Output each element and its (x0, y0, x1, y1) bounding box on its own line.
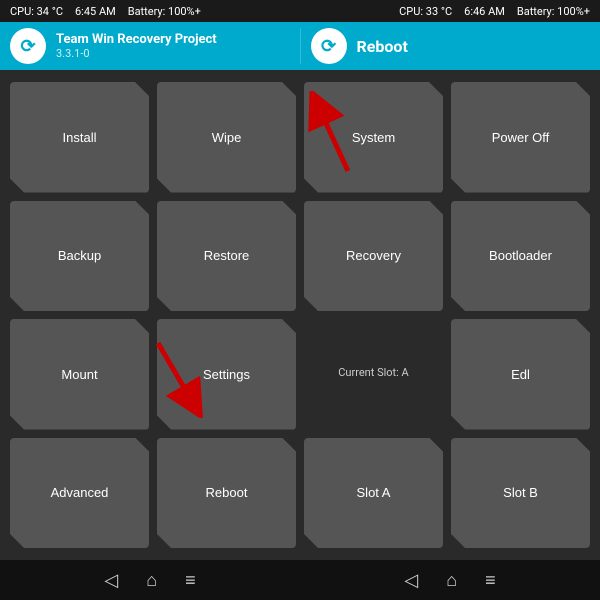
nav-left-group: ◁ ⌂ ≡ (104, 570, 195, 591)
cpu-temp-right: CPU: 33 °C (399, 5, 452, 18)
slot-b-button[interactable]: Slot B (451, 438, 590, 549)
header-left: ⟳ Team Win Recovery Project 3.3.1-0 (0, 28, 300, 64)
status-right: CPU: 33 °C 6:46 AM Battery: 100%+ (399, 5, 590, 18)
battery-right: Battery: 100%+ (517, 5, 590, 18)
recovery-button[interactable]: Recovery (304, 201, 443, 312)
reboot-button[interactable]: Reboot (157, 438, 296, 549)
time-left: 6:45 AM (75, 5, 116, 18)
header-right: ⟳ Reboot (300, 28, 600, 64)
nav-bar: ◁ ⌂ ≡ ◁ ⌂ ≡ (0, 560, 600, 600)
install-button[interactable]: Install (10, 82, 149, 193)
header: ⟳ Team Win Recovery Project 3.3.1-0 ⟳ Re… (0, 22, 600, 70)
app-version: 3.3.1-0 (56, 47, 217, 60)
wipe-button[interactable]: Wipe (157, 82, 296, 193)
header-title-group: Team Win Recovery Project 3.3.1-0 (56, 32, 217, 60)
status-bar: CPU: 34 °C 6:45 AM Battery: 100%+ CPU: 3… (0, 0, 600, 22)
app-title: Team Win Recovery Project (56, 32, 217, 47)
main-area: Install Wipe System Power Off Backup Res… (0, 70, 600, 560)
reboot-logo: ⟳ (311, 28, 347, 64)
reboot-title: Reboot (357, 37, 408, 56)
edl-button[interactable]: Edl (451, 319, 590, 430)
menu-icon-left[interactable]: ≡ (185, 570, 196, 591)
battery-left: Battery: 100%+ (128, 5, 201, 18)
bootloader-button[interactable]: Bootloader (451, 201, 590, 312)
time-right: 6:46 AM (464, 5, 505, 18)
current-slot-text: Current Slot: A (338, 366, 408, 379)
power-off-button[interactable]: Power Off (451, 82, 590, 193)
back-icon-left[interactable]: ◁ (104, 570, 118, 591)
home-icon-left[interactable]: ⌂ (146, 570, 157, 591)
cpu-temp-left: CPU: 34 °C (10, 5, 63, 18)
system-button[interactable]: System (304, 82, 443, 193)
slot-a-button[interactable]: Slot A (304, 438, 443, 549)
menu-icon-right[interactable]: ≡ (485, 570, 496, 591)
mount-button[interactable]: Mount (10, 319, 149, 430)
back-icon-right[interactable]: ◁ (404, 570, 418, 591)
backup-button[interactable]: Backup (10, 201, 149, 312)
nav-right-group: ◁ ⌂ ≡ (404, 570, 495, 591)
status-left: CPU: 34 °C 6:45 AM Battery: 100%+ (10, 5, 201, 18)
settings-button[interactable]: Settings (157, 319, 296, 430)
twrp-logo: ⟳ (10, 28, 46, 64)
advanced-button[interactable]: Advanced (10, 438, 149, 549)
restore-button[interactable]: Restore (157, 201, 296, 312)
button-grid: Install Wipe System Power Off Backup Res… (10, 82, 590, 548)
slot-info: Current Slot: A (304, 319, 443, 430)
home-icon-right[interactable]: ⌂ (446, 570, 457, 591)
